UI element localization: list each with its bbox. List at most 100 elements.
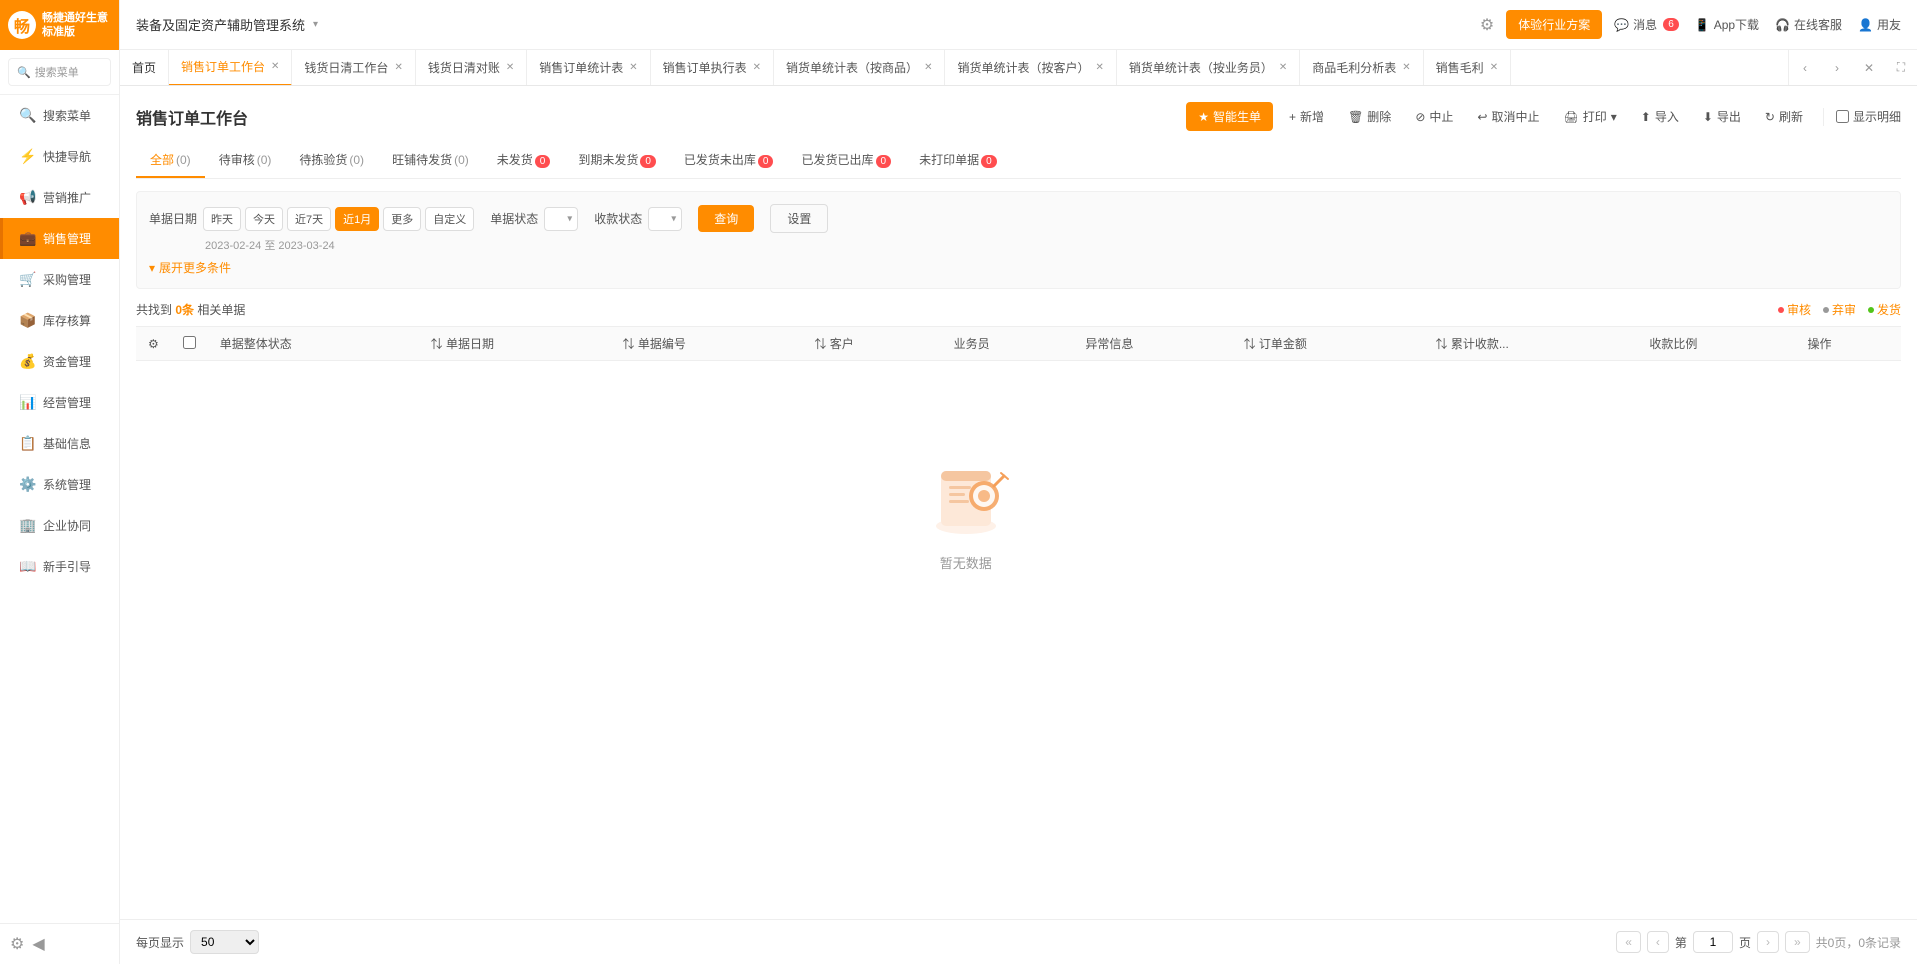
prev-page-button[interactable]: ‹ <box>1647 931 1669 953</box>
next-page-button[interactable]: › <box>1757 931 1779 953</box>
sidebar-item-finance[interactable]: 💰 资金管理 <box>0 341 119 382</box>
sidebar-item-guide[interactable]: 📖 新手引导 <box>0 546 119 587</box>
sidebar-item-purchase[interactable]: 🛒 采购管理 <box>0 259 119 300</box>
sub-tab-shipped_out[interactable]: 已发货已出库0 <box>787 143 905 178</box>
last-page-button[interactable]: » <box>1785 931 1810 953</box>
tab-close-cash-reconcile[interactable]: ✕ <box>506 62 514 73</box>
sidebar-item-quick[interactable]: ⚡ 快捷导航 <box>0 136 119 177</box>
sidebar-item-enterprise[interactable]: 🏢 企业协同 <box>0 505 119 546</box>
tab-product-margin[interactable]: 商品毛利分析表✕ <box>1300 50 1423 86</box>
sub-tab-wangpu_pending[interactable]: 旺铺待发货(0) <box>378 143 483 178</box>
status-select[interactable] <box>544 207 578 231</box>
date-option-更多[interactable]: 更多 <box>383 207 421 231</box>
page-number-input[interactable] <box>1693 931 1733 953</box>
import-button[interactable]: ⬆ 导入 <box>1633 103 1687 130</box>
user-item[interactable]: 👤 用友 <box>1858 16 1901 33</box>
sidebar-item-basic[interactable]: 📋 基础信息 <box>0 423 119 464</box>
col-ratio: 收款比例 <box>1637 327 1795 361</box>
show-detail-checkbox[interactable]: 显示明细 <box>1836 108 1901 125</box>
tab-close-product-margin[interactable]: ✕ <box>1402 62 1410 73</box>
cancel-action-link[interactable]: 弃审 <box>1823 301 1856 318</box>
tab-scroll-left[interactable]: ‹ <box>1789 50 1821 86</box>
tab-close-sales-summary-product[interactable]: ✕ <box>924 62 932 73</box>
sidebar-item-search[interactable]: 🔍 搜索菜单 <box>0 95 119 136</box>
app-download-item[interactable]: 📱 App下载 <box>1695 16 1759 33</box>
cancel-stop-button[interactable]: ↩ 取消中止 <box>1469 103 1547 130</box>
sub-tab-pending_inspect[interactable]: 待拣验货(0) <box>285 143 378 178</box>
settings-button[interactable]: ⚙ <box>10 934 24 954</box>
tab-close-sales-order[interactable]: ✕ <box>271 61 279 72</box>
tab-sales-stats[interactable]: 销售订单统计表✕ <box>527 50 650 86</box>
tab-sales-order[interactable]: 销售订单工作台✕ <box>169 50 292 86</box>
sidebar-item-system[interactable]: ⚙️ 系统管理 <box>0 464 119 505</box>
sub-tab-overdue_unshipped[interactable]: 到期未发货0 <box>564 143 670 178</box>
sidebar-item-operation[interactable]: 📊 经营管理 <box>0 382 119 423</box>
tab-cash-daily[interactable]: 钱货日清工作台✕ <box>292 50 415 86</box>
sort-date-icon[interactable]: ⇅ <box>431 337 443 351</box>
tab-close-sales-profit[interactable]: ✕ <box>1490 62 1498 73</box>
topbar-settings-button[interactable]: ⚙ <box>1480 15 1494 35</box>
sort-number-icon[interactable]: ⇅ <box>623 337 635 351</box>
sub-tab-unshipped[interactable]: 未发货0 <box>483 143 565 178</box>
expand-conditions-button[interactable]: ▾ 展开更多条件 <box>149 259 1888 276</box>
tab-sales-summary-staff[interactable]: 销货单统计表（按业务员）✕ <box>1117 50 1300 86</box>
date-option-近1月[interactable]: 近1月 <box>335 207 379 231</box>
sub-tab-shipped_not_out[interactable]: 已发货未出库0 <box>670 143 788 178</box>
tab-close-sales-summary-staff[interactable]: ✕ <box>1279 62 1287 73</box>
tab-cash-reconcile[interactable]: 钱货日清对账✕ <box>416 50 527 86</box>
sub-tab-pending_review[interactable]: 待审核(0) <box>205 143 286 178</box>
sub-tab-unprinted[interactable]: 未打印单据0 <box>905 143 1011 178</box>
nav-label-inventory: 库存核算 <box>43 312 91 329</box>
tab-close-sales-stats[interactable]: ✕ <box>629 62 637 73</box>
select-all-checkbox[interactable] <box>183 336 196 349</box>
message-item[interactable]: 💬 消息 6 <box>1614 16 1679 33</box>
date-option-昨天[interactable]: 昨天 <box>203 207 241 231</box>
delete-button[interactable]: 🗑 删除 <box>1340 103 1399 130</box>
print-button[interactable]: 🖨 打印 ▾ <box>1555 103 1624 130</box>
tab-sales-summary-customer[interactable]: 销货单统计表（按客户）✕ <box>945 50 1116 86</box>
show-detail-input[interactable] <box>1836 110 1849 123</box>
page-header: 销售订单工作台 ★ 智能生单 + 新增 🗑 删除 ⊘ <box>136 102 1901 131</box>
online-service-item[interactable]: 🎧 在线客服 <box>1775 16 1842 33</box>
settings-filter-button[interactable]: 设置 <box>770 204 828 233</box>
tab-sales-summary-product[interactable]: 销货单统计表（按商品）✕ <box>774 50 945 86</box>
smart-create-button[interactable]: ★ 智能生单 <box>1186 102 1273 131</box>
sidebar-item-sales[interactable]: 💼 销售管理 <box>0 218 119 259</box>
sidebar-item-marketing[interactable]: 📢 营销推广 <box>0 177 119 218</box>
settings-icon[interactable]: ⚙ <box>148 337 159 351</box>
sidebar-search[interactable]: 🔍 搜索菜单 <box>0 50 119 95</box>
payment-select[interactable] <box>648 207 682 231</box>
nav-icon-basic: 📋 <box>19 435 35 452</box>
query-button[interactable]: 查询 <box>698 205 754 232</box>
tab-scroll-right[interactable]: › <box>1821 50 1853 86</box>
tab-fullscreen[interactable]: ⛶ <box>1885 50 1917 86</box>
date-option-自定义[interactable]: 自定义 <box>425 207 474 231</box>
export-button[interactable]: ⬇ 导出 <box>1695 103 1749 130</box>
search-menu-button[interactable]: 🔍 搜索菜单 <box>8 58 111 86</box>
first-page-button[interactable]: « <box>1616 931 1641 953</box>
experience-button[interactable]: 体验行业方案 <box>1506 10 1602 39</box>
nav-icon-inventory: 📦 <box>19 312 35 329</box>
date-option-今天[interactable]: 今天 <box>245 207 283 231</box>
tab-home[interactable]: 首页 <box>120 50 169 86</box>
add-button[interactable]: + 新增 <box>1281 103 1332 130</box>
review-action-link[interactable]: 审核 <box>1778 301 1811 318</box>
tab-sales-profit[interactable]: 销售毛利✕ <box>1424 50 1511 86</box>
sort-customer-icon[interactable]: ⇅ <box>814 337 826 351</box>
collapse-button[interactable]: ◀ <box>32 934 44 954</box>
sidebar-item-inventory[interactable]: 📦 库存核算 <box>0 300 119 341</box>
stop-button[interactable]: ⊘ 中止 <box>1407 103 1461 130</box>
import-icon: ⬆ <box>1641 110 1651 124</box>
tab-sales-execute[interactable]: 销售订单执行表✕ <box>651 50 774 86</box>
tab-close-all[interactable]: ✕ <box>1853 50 1885 86</box>
tab-close-sales-execute[interactable]: ✕ <box>753 62 761 73</box>
page-size-dropdown[interactable]: 10 20 50 100 <box>190 930 259 954</box>
sort-collected-icon[interactable]: ⇅ <box>1435 337 1447 351</box>
sub-tab-all[interactable]: 全部(0) <box>136 143 205 178</box>
date-option-近7天[interactable]: 近7天 <box>287 207 331 231</box>
refresh-button[interactable]: ↻ 刷新 <box>1757 103 1811 130</box>
ship-action-link[interactable]: 发货 <box>1868 301 1901 318</box>
sort-amount-icon[interactable]: ⇅ <box>1244 337 1256 351</box>
tab-close-cash-daily[interactable]: ✕ <box>394 62 402 73</box>
tab-close-sales-summary-customer[interactable]: ✕ <box>1095 62 1103 73</box>
